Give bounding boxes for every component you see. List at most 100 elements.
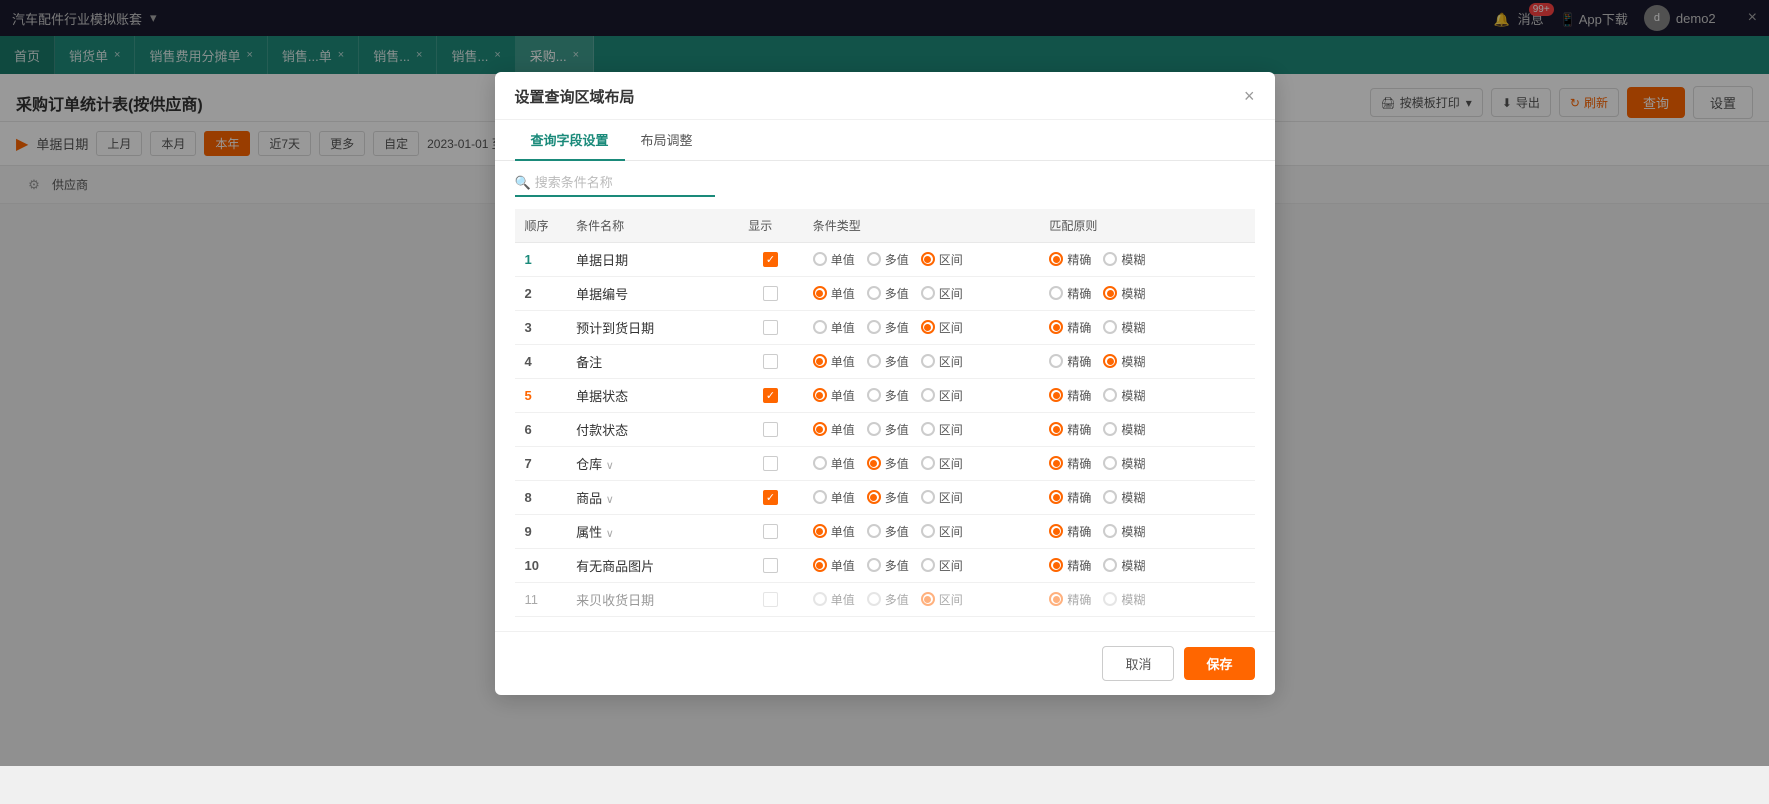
row-show[interactable] bbox=[738, 344, 803, 378]
show-checkbox[interactable] bbox=[763, 320, 778, 335]
row-show[interactable] bbox=[738, 310, 803, 344]
row-type: 单值 多值 区间 bbox=[803, 412, 1040, 446]
row-show[interactable] bbox=[738, 548, 803, 582]
match-option-精确[interactable]: 精确 bbox=[1049, 285, 1091, 302]
row-show[interactable] bbox=[738, 378, 803, 412]
show-checkbox[interactable] bbox=[763, 524, 778, 539]
show-checkbox[interactable] bbox=[763, 388, 778, 403]
type-option-单值[interactable]: 单值 bbox=[813, 557, 855, 574]
show-checkbox[interactable] bbox=[763, 354, 778, 369]
type-option-区间[interactable]: 区间 bbox=[921, 421, 963, 438]
type-option-多值[interactable]: 多值 bbox=[867, 455, 909, 472]
type-option-多值[interactable]: 多值 bbox=[867, 319, 909, 336]
type-radio-多值 bbox=[867, 456, 881, 470]
type-option-多值[interactable]: 多值 bbox=[867, 523, 909, 540]
modal-search-input[interactable] bbox=[535, 175, 695, 190]
row-order: 9 bbox=[515, 514, 567, 548]
type-option-区间[interactable]: 区间 bbox=[921, 591, 963, 608]
row-show[interactable] bbox=[738, 480, 803, 514]
type-option-单值[interactable]: 单值 bbox=[813, 489, 855, 506]
match-radio-精确 bbox=[1049, 490, 1063, 504]
match-option-精确[interactable]: 精确 bbox=[1049, 421, 1091, 438]
type-option-区间[interactable]: 区间 bbox=[921, 285, 963, 302]
type-option-单值[interactable]: 单值 bbox=[813, 285, 855, 302]
row-show[interactable] bbox=[738, 514, 803, 548]
show-checkbox[interactable] bbox=[763, 490, 778, 505]
show-checkbox[interactable] bbox=[763, 252, 778, 267]
type-option-区间[interactable]: 区间 bbox=[921, 319, 963, 336]
match-option-精确[interactable]: 精确 bbox=[1049, 251, 1091, 268]
match-radio-模糊 bbox=[1103, 252, 1117, 266]
row-show[interactable] bbox=[738, 582, 803, 616]
match-option-精确[interactable]: 精确 bbox=[1049, 319, 1091, 336]
type-option-单值[interactable]: 单值 bbox=[813, 319, 855, 336]
match-option-模糊[interactable]: 模糊 bbox=[1103, 353, 1145, 370]
type-option-区间[interactable]: 区间 bbox=[921, 387, 963, 404]
row-show[interactable] bbox=[738, 446, 803, 480]
type-option-多值[interactable]: 多值 bbox=[867, 591, 909, 608]
save-button[interactable]: 保存 bbox=[1184, 647, 1254, 680]
type-option-区间[interactable]: 区间 bbox=[921, 353, 963, 370]
match-option-精确[interactable]: 精确 bbox=[1049, 455, 1091, 472]
match-option-模糊[interactable]: 模糊 bbox=[1103, 285, 1145, 302]
show-checkbox[interactable] bbox=[763, 558, 778, 573]
type-option-多值[interactable]: 多值 bbox=[867, 387, 909, 404]
type-option-多值[interactable]: 多值 bbox=[867, 353, 909, 370]
match-option-模糊[interactable]: 模糊 bbox=[1103, 387, 1145, 404]
type-option-单值[interactable]: 单值 bbox=[813, 591, 855, 608]
match-option-模糊[interactable]: 模糊 bbox=[1103, 251, 1145, 268]
row-name: 预计到货日期 bbox=[566, 310, 738, 344]
match-option-模糊[interactable]: 模糊 bbox=[1103, 557, 1145, 574]
modal-overlay[interactable]: 设置查询区域布局 × 查询字段设置 布局调整 🔍 bbox=[0, 0, 1769, 766]
type-radio-多值 bbox=[867, 558, 881, 572]
match-option-精确[interactable]: 精确 bbox=[1049, 489, 1091, 506]
row-show[interactable] bbox=[738, 412, 803, 446]
row-type: 单值 多值 区间 bbox=[803, 514, 1040, 548]
row-show[interactable] bbox=[738, 242, 803, 276]
match-option-精确[interactable]: 精确 bbox=[1049, 591, 1091, 608]
modal-tab-query-fields[interactable]: 查询字段设置 bbox=[515, 120, 625, 161]
table-row: 2 单据编号 单值 多值 区间 精确 bbox=[515, 276, 1255, 310]
type-option-多值[interactable]: 多值 bbox=[867, 421, 909, 438]
type-option-区间[interactable]: 区间 bbox=[921, 251, 963, 268]
match-option-模糊[interactable]: 模糊 bbox=[1103, 421, 1145, 438]
match-radio-精确 bbox=[1049, 320, 1063, 334]
show-checkbox[interactable] bbox=[763, 286, 778, 301]
match-option-模糊[interactable]: 模糊 bbox=[1103, 523, 1145, 540]
type-option-多值[interactable]: 多值 bbox=[867, 251, 909, 268]
type-option-单值[interactable]: 单值 bbox=[813, 251, 855, 268]
type-option-单值[interactable]: 单值 bbox=[813, 421, 855, 438]
type-option-多值[interactable]: 多值 bbox=[867, 489, 909, 506]
show-checkbox[interactable] bbox=[763, 456, 778, 471]
match-option-模糊[interactable]: 模糊 bbox=[1103, 319, 1145, 336]
type-option-区间[interactable]: 区间 bbox=[921, 557, 963, 574]
match-option-精确[interactable]: 精确 bbox=[1049, 557, 1091, 574]
type-option-区间[interactable]: 区间 bbox=[921, 523, 963, 540]
match-option-模糊[interactable]: 模糊 bbox=[1103, 489, 1145, 506]
row-order: 11 bbox=[515, 582, 567, 616]
type-option-单值[interactable]: 单值 bbox=[813, 387, 855, 404]
table-row: 5 单据状态 单值 多值 区间 精确 bbox=[515, 378, 1255, 412]
match-radio-模糊 bbox=[1103, 490, 1117, 504]
cancel-button[interactable]: 取消 bbox=[1102, 646, 1174, 681]
show-checkbox[interactable] bbox=[763, 422, 778, 437]
modal-close-button[interactable]: × bbox=[1244, 87, 1255, 105]
show-checkbox[interactable] bbox=[763, 592, 778, 607]
type-option-区间[interactable]: 区间 bbox=[921, 455, 963, 472]
match-option-精确[interactable]: 精确 bbox=[1049, 353, 1091, 370]
match-option-模糊[interactable]: 模糊 bbox=[1103, 455, 1145, 472]
match-option-精确[interactable]: 精确 bbox=[1049, 387, 1091, 404]
type-radio-区间 bbox=[921, 524, 935, 538]
type-option-区间[interactable]: 区间 bbox=[921, 489, 963, 506]
type-option-单值[interactable]: 单值 bbox=[813, 353, 855, 370]
type-option-单值[interactable]: 单值 bbox=[813, 455, 855, 472]
type-option-单值[interactable]: 单值 bbox=[813, 523, 855, 540]
type-option-多值[interactable]: 多值 bbox=[867, 285, 909, 302]
table-row: 9 属性 ∨ 单值 多值 区间 精确 bbox=[515, 514, 1255, 548]
type-option-多值[interactable]: 多值 bbox=[867, 557, 909, 574]
modal-tab-layout-adjust[interactable]: 布局调整 bbox=[625, 120, 709, 161]
match-option-精确[interactable]: 精确 bbox=[1049, 523, 1091, 540]
row-show[interactable] bbox=[738, 276, 803, 310]
match-option-模糊[interactable]: 模糊 bbox=[1103, 591, 1145, 608]
match-radio-模糊 bbox=[1103, 558, 1117, 572]
